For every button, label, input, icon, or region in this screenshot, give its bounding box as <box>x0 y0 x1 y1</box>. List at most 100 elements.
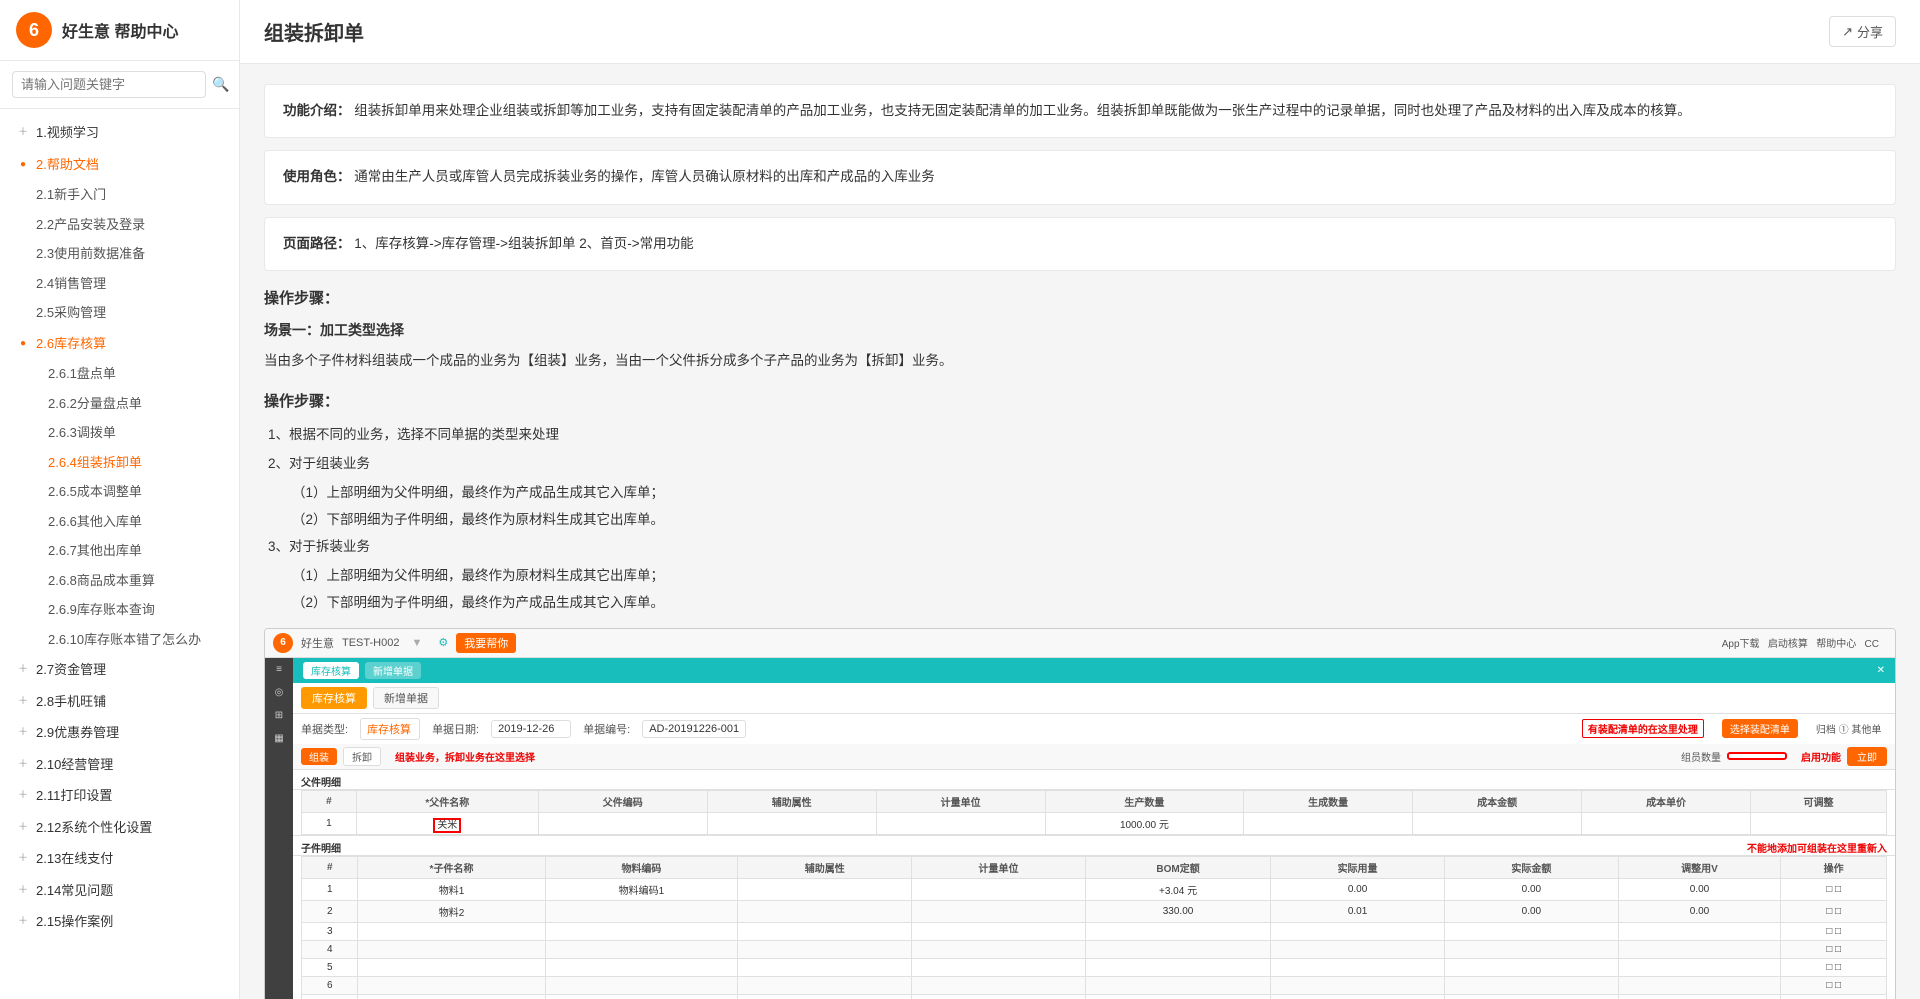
mock-form-tab-active[interactable]: 库存核算 <box>301 687 367 709</box>
mock-date-value[interactable]: 2019-12-26 <box>491 720 571 738</box>
path-label: 页面路径： <box>283 236 351 251</box>
sidebar-item-210[interactable]: ＋ 2.10经营管理 <box>0 749 239 781</box>
mock-number-label: 单据编号: <box>583 721 630 737</box>
share-button[interactable]: ↗ 分享 <box>1829 16 1896 47</box>
mock-topbar: 6 好生意 TEST-H002 ▼ ⚙ 我要帮你 App下载 启动核算 帮助中心… <box>265 629 1895 658</box>
mock-col-prodqty: 生产数量 <box>1045 790 1244 812</box>
mock-top-links: App下载 启动核算 帮助中心 CC <box>1722 635 1879 650</box>
mock-annotation1: 有装配清单的在这里处理 <box>1582 719 1704 738</box>
mock-teal-bar: 库存核算 新增单据 ✕ <box>293 658 1895 683</box>
sidebar-item-video[interactable]: ＋ 1.视频学习 <box>0 117 239 149</box>
sidebar-item-28[interactable]: ＋ 2.8手机旺铺 <box>0 686 239 718</box>
mock-form-tab2[interactable]: 新增单据 <box>373 687 439 709</box>
scenario1-title: 场景一：加工类型选择 <box>264 320 1896 340</box>
mock-col-genqty: 生成数量 <box>1244 790 1413 812</box>
role-text: 通常由生产人员或库管人员完成拆装业务的操作，库管人员确认原材料的出库和产成品的入… <box>354 169 935 184</box>
sidebar-item-267[interactable]: 2.6.7其他出库单 <box>12 536 239 566</box>
step3-sub2: （2）下部明细为子件明细，最终作为产成品生成其它入库单。 <box>268 589 1896 616</box>
sidebar-item-26[interactable]: ● 2.6库存核算 <box>0 328 239 360</box>
sidebar-item-263[interactable]: 2.6.3调拨单 <box>12 418 239 448</box>
step2: 2、对于组装业务 <box>268 450 1896 477</box>
mock-type-value[interactable]: 库存核算 <box>360 718 420 740</box>
sidebar-item-214[interactable]: ＋ 2.14常见问题 <box>0 875 239 907</box>
mock-col-unitcost: 成本单价 <box>1582 790 1751 812</box>
mock-assembly-type-tab[interactable]: 组装 <box>301 748 337 765</box>
sidebar-item-24[interactable]: 2.4销售管理 <box>0 269 239 299</box>
sidebar-item-265[interactable]: 2.6.5成本调整单 <box>12 477 239 507</box>
search-button[interactable]: 🔍 <box>212 76 229 93</box>
mock-teal-close[interactable]: ✕ <box>1877 665 1885 676</box>
app-logo: 6 <box>16 12 52 48</box>
function-intro-block: 功能介绍： 组装拆卸单用来处理企业组装或拆卸等加工业务，支持有固定装配清单的产品… <box>264 84 1896 138</box>
sidebar-item-23[interactable]: 2.3使用前数据准备 <box>0 239 239 269</box>
main-header: 组装拆卸单 ↗ 分享 <box>240 0 1920 64</box>
mock-lower-row3: 3 □ □ <box>302 922 1887 940</box>
role-label: 使用角色： <box>283 169 351 184</box>
mock-menu-icon2: ◎ <box>275 687 284 698</box>
expand-icon-210: ＋ <box>16 757 30 771</box>
sidebar-item-215[interactable]: ＋ 2.15操作案例 <box>0 906 239 938</box>
sidebar-item-29[interactable]: ＋ 2.9优惠券管理 <box>0 717 239 749</box>
sidebar-item-269[interactable]: 2.6.9库存账本查询 <box>12 595 239 625</box>
sidebar-item-21[interactable]: 2.1新手入门 <box>0 180 239 210</box>
expand-icon-open: ● <box>16 157 30 171</box>
mock-col-seq: # <box>302 790 357 812</box>
step1: 1、根据不同的业务，选择不同单据的类型来处理 <box>268 421 1896 448</box>
mock-col-attr: 辅助属性 <box>707 790 876 812</box>
expand-icon-27: ＋ <box>16 663 30 677</box>
sidebar-item-268[interactable]: 2.6.8商品成本重算 <box>12 566 239 596</box>
sidebar-item-264[interactable]: 2.6.4组装拆卸单 <box>12 448 239 478</box>
step3-sub1: （1）上部明细为父件明细，最终作为原材料生成其它出库单； <box>268 562 1896 589</box>
sidebar-item-27[interactable]: ＋ 2.7资金管理 <box>0 654 239 686</box>
sidebar-item-docs[interactable]: ● 2.帮助文档 <box>0 149 239 181</box>
steps-list: 1、根据不同的业务，选择不同单据的类型来处理 2、对于组装业务 （1）上部明细为… <box>268 421 1896 616</box>
mock-col-cost: 成本金额 <box>1413 790 1582 812</box>
mock-lower-row6: 6 □ □ <box>302 976 1887 994</box>
search-input[interactable] <box>12 71 206 98</box>
mock-main-body: ≡ ◎ ⊞ ▦ 库存核算 新增单据 ✕ <box>265 658 1895 999</box>
sidebar-item-25[interactable]: 2.5采购管理 <box>0 298 239 328</box>
sidebar-item-22[interactable]: 2.2产品安装及登录 <box>0 210 239 240</box>
ops-title: 操作步骤： <box>264 287 1896 308</box>
mock-logo: 6 <box>273 633 293 653</box>
sidebar-item-2610[interactable]: 2.6.10库存账本错了怎么办 <box>12 625 239 655</box>
mock-col-code: 父件编码 <box>538 790 707 812</box>
role-block: 使用角色： 通常由生产人员或库管人员完成拆装业务的操作，库管人员确认原材料的出库… <box>264 150 1896 204</box>
expand-icon-211: ＋ <box>16 789 30 803</box>
mock-col-name: *父件名称 <box>356 790 538 812</box>
mock-lower-table-container: # *子件名称 物料编码 辅助属性 计量单位 BOM定额 实际用量 实际金额 调 <box>293 856 1895 999</box>
mock-screen: 6 好生意 TEST-H002 ▼ ⚙ 我要帮你 App下载 启动核算 帮助中心… <box>265 629 1895 999</box>
sidebar-item-213[interactable]: ＋ 2.13在线支付 <box>0 843 239 875</box>
content-area: 功能介绍： 组装拆卸单用来处理企业组装或拆卸等加工业务，支持有固定装配清单的产品… <box>240 64 1920 999</box>
mock-disassembly-tab[interactable]: 拆卸 <box>343 747 381 766</box>
steps-title: 操作步骤： <box>264 390 1896 411</box>
mock-number-value[interactable]: AD-20191226-001 <box>642 720 746 738</box>
sidebar-item-261[interactable]: 2.6.1盘点单 <box>12 359 239 389</box>
mock-annotation2: 启用功能 <box>1801 749 1841 764</box>
mock-date-label: 单据日期: <box>432 721 479 737</box>
sidebar-item-212[interactable]: ＋ 2.12系统个性化设置 <box>0 812 239 844</box>
mock-upper-section-label: 父件明细 <box>293 770 1895 790</box>
mock-assembly-btn[interactable]: 选择装配清单 <box>1722 719 1798 738</box>
mock-sub-toolbar: 组装 拆卸 组装业务，拆卸业务在这里选择 组员数量 启用功能 立即 <box>293 744 1895 770</box>
sidebar: 6 好生意 帮助中心 🔍 ＋ 1.视频学习 ● 2.帮助文档 2.1新手入门 2… <box>0 0 240 999</box>
sidebar-item-211[interactable]: ＋ 2.11打印设置 <box>0 780 239 812</box>
mock-annotation-sub: 组装业务，拆卸业务在这里选择 <box>395 749 535 764</box>
sidebar-item-262[interactable]: 2.6.2分量盘点单 <box>12 389 239 419</box>
mock-lower-row5: 5 □ □ <box>302 958 1887 976</box>
mock-lower-section-label: 子件明细 不能地添加可组装在这里重新入 <box>293 835 1895 856</box>
mock-confirm-btn[interactable]: 立即 <box>1847 747 1887 766</box>
mock-help-btn[interactable]: 我要帮你 <box>456 633 516 653</box>
main-area: 组装拆卸单 ↗ 分享 功能介绍： 组装拆卸单用来处理企业组装或拆卸等加工业务，支… <box>240 0 1920 999</box>
mock-lower-row4: 4 □ □ <box>302 940 1887 958</box>
sidebar-item-266[interactable]: 2.6.6其他入库单 <box>12 507 239 537</box>
expand-icon: ＋ <box>16 126 30 140</box>
mock-dropdown-icon: ▼ <box>411 637 422 649</box>
mock-tab1: 库存核算 <box>303 662 359 679</box>
expand-icon-29: ＋ <box>16 726 30 740</box>
mock-qty-input[interactable] <box>1727 752 1787 760</box>
sidebar-header: 6 好生意 帮助中心 <box>0 0 239 61</box>
nav-tree: ＋ 1.视频学习 ● 2.帮助文档 2.1新手入门 2.2产品安装及登录 2.3… <box>0 109 239 999</box>
page-title: 组装拆卸单 <box>264 17 364 46</box>
step2-sub2: （2）下部明细为子件明细，最终作为原材料生成其它出库单。 <box>268 506 1896 533</box>
